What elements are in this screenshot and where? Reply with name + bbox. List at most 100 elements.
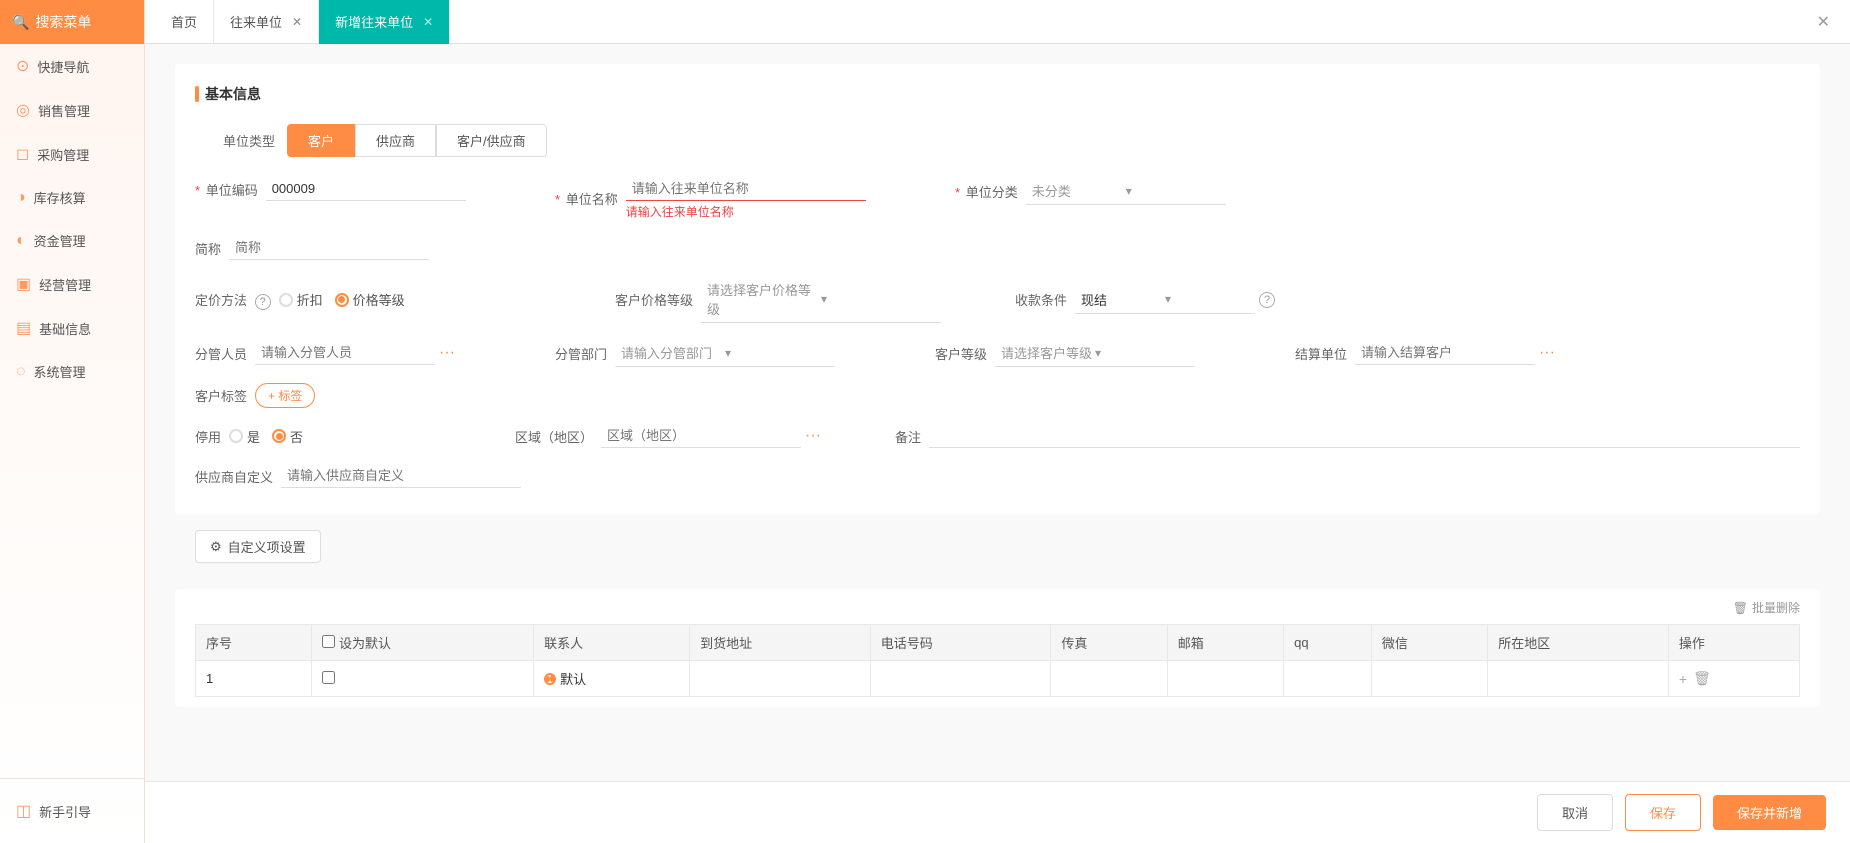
table-row: 1默认+🗑 bbox=[196, 661, 1800, 697]
radio-circle-price-level bbox=[335, 293, 349, 307]
radio-discount[interactable]: 折扣 bbox=[279, 290, 323, 309]
help-icon[interactable]: ? bbox=[255, 294, 271, 310]
close-all-tabs[interactable]: ✕ bbox=[1807, 12, 1840, 32]
cancel-button[interactable]: 取消 bbox=[1537, 794, 1613, 831]
unit-category-field: * 单位分类 未分类 ▾ bbox=[955, 177, 1275, 205]
short-name-field: 简称 bbox=[195, 236, 515, 260]
sales-icon: ◎ bbox=[16, 100, 30, 120]
radio-circle-discount bbox=[279, 293, 293, 307]
tab-partners[interactable]: 往来单位✕ bbox=[214, 0, 319, 44]
save-new-button[interactable]: 保存并新增 bbox=[1713, 795, 1826, 830]
settlement-input[interactable] bbox=[1355, 341, 1535, 365]
manager-field: 分管人员 ··· bbox=[195, 341, 515, 365]
table-col-7: qq bbox=[1284, 625, 1372, 661]
disabled-radio-group: 是 否 bbox=[229, 427, 303, 446]
tab-close-partners[interactable]: ✕ bbox=[292, 15, 302, 29]
radio-circle-yes bbox=[229, 429, 243, 443]
sidebar-bottom: ◫ 新手引导 bbox=[0, 778, 144, 843]
main-area: 首页往来单位✕新增往来单位✕ ✕ 基本信息 单位类型 客户供应商客户/供应商 *… bbox=[145, 0, 1850, 843]
basic-icon: ▤ bbox=[16, 318, 31, 338]
radio-yes[interactable]: 是 bbox=[229, 427, 260, 446]
region-input[interactable] bbox=[601, 424, 801, 448]
unit-type-btn-customer[interactable]: 客户 bbox=[287, 124, 355, 157]
settlement-field: 结算单位 ··· bbox=[1295, 341, 1615, 365]
payment-terms-select[interactable]: 现结 ▾ bbox=[1075, 286, 1255, 314]
unit-type-btn-both[interactable]: 客户/供应商 bbox=[436, 124, 547, 157]
table-toolbar: 🗑 批量删除 bbox=[195, 599, 1800, 616]
unit-type-btn-supplier[interactable]: 供应商 bbox=[355, 124, 436, 157]
tab-home[interactable]: 首页 bbox=[155, 0, 214, 44]
sidebar-item-sales[interactable]: ◎销售管理 bbox=[0, 88, 144, 132]
form-row-1: * 单位编码 * 单位名称 请输入往来单位名称 bbox=[195, 177, 1800, 220]
custom-settings-button[interactable]: ⚙ 自定义项设置 bbox=[195, 530, 321, 563]
customer-level-select[interactable]: 请选择客户等级 ▾ bbox=[995, 339, 1195, 367]
chevron-down-icon-2: ▾ bbox=[821, 292, 935, 306]
table-col-3: 到货地址 bbox=[690, 625, 871, 661]
short-name-input[interactable] bbox=[229, 236, 429, 260]
delete-row-icon[interactable]: 🗑 bbox=[1693, 670, 1711, 687]
sidebar-item-purchase[interactable]: ◻采购管理 bbox=[0, 132, 144, 176]
unit-name-input[interactable] bbox=[626, 177, 866, 201]
payment-terms-field: 收款条件 现结 ▾ ? bbox=[1015, 286, 1375, 314]
select-all-checkbox[interactable] bbox=[322, 635, 335, 648]
basic-info-section: 基本信息 单位类型 客户供应商客户/供应商 * 单位编码 * bbox=[175, 64, 1820, 514]
add-tag-button[interactable]: + 标签 bbox=[255, 383, 315, 408]
sidebar-item-guide[interactable]: ◫ 新手引导 bbox=[0, 789, 144, 833]
sidebar-item-system[interactable]: ◌系统管理 bbox=[0, 350, 144, 393]
payment-help-icon[interactable]: ? bbox=[1259, 292, 1275, 308]
add-row-icon[interactable]: + bbox=[1679, 671, 1687, 687]
remarks-input[interactable] bbox=[929, 424, 1800, 448]
manager-input[interactable] bbox=[255, 341, 435, 365]
sidebar-item-basic[interactable]: ▤基础信息 bbox=[0, 306, 144, 350]
table-col-6: 邮箱 bbox=[1167, 625, 1283, 661]
inventory-icon: ◑ bbox=[16, 189, 26, 207]
tab-new-partner[interactable]: 新增往来单位✕ bbox=[319, 0, 450, 44]
settlement-more-icon[interactable]: ··· bbox=[1539, 344, 1555, 362]
contacts-table: 序号 设为默认联系人到货地址电话号码传真邮箱qq微信所在地区操作 1默认+🗑 bbox=[195, 624, 1800, 697]
row-checkbox[interactable] bbox=[322, 671, 335, 684]
table-col-8: 微信 bbox=[1371, 625, 1487, 661]
region-more-icon[interactable]: ··· bbox=[805, 427, 821, 445]
form-row-4: 分管人员 ··· 分管部门 请输入分管部门 ▾ 客户等级 请选择客户等级 ▾ bbox=[195, 339, 1800, 367]
sidebar-item-inventory[interactable]: ◑库存核算 bbox=[0, 176, 144, 219]
batch-delete-button[interactable]: 🗑 批量删除 bbox=[1733, 599, 1800, 616]
customer-price-select[interactable]: 请选择客户价格等级 ▾ bbox=[701, 276, 941, 323]
pricing-radio-group: 折扣 价格等级 bbox=[279, 290, 405, 309]
disabled-field: 停用 是 否 bbox=[195, 427, 475, 446]
supplier-custom-input[interactable] bbox=[281, 464, 521, 488]
finance-icon: ◐ bbox=[16, 232, 26, 250]
gear-icon: ⚙ bbox=[210, 539, 222, 555]
form-row-6: 停用 是 否 区域（地区） ··· bbox=[195, 424, 1800, 448]
search-menu[interactable]: 🔍 搜索菜单 bbox=[0, 0, 144, 44]
tab-bar: 首页往来单位✕新增往来单位✕ ✕ bbox=[145, 0, 1850, 44]
save-button[interactable]: 保存 bbox=[1625, 794, 1701, 831]
form-row-3: 定价方法 ? 折扣 价格等级 客户 bbox=[195, 276, 1800, 323]
form-row-5: 客户标签 + 标签 bbox=[195, 383, 1800, 408]
unit-code-input[interactable] bbox=[266, 177, 466, 201]
customer-price-field: 客户价格等级 请选择客户价格等级 ▾ bbox=[615, 276, 975, 323]
purchase-icon: ◻ bbox=[16, 144, 29, 164]
department-select[interactable]: 请输入分管部门 ▾ bbox=[615, 339, 835, 367]
sidebar-item-finance[interactable]: ◐资金管理 bbox=[0, 219, 144, 262]
chevron-down-icon-5: ▾ bbox=[1095, 346, 1189, 360]
supplier-custom-field: 供应商自定义 bbox=[195, 464, 595, 488]
system-icon: ◌ bbox=[16, 363, 26, 381]
sidebar-item-quick-nav[interactable]: ⊙快捷导航 bbox=[0, 44, 144, 88]
radio-price-level[interactable]: 价格等级 bbox=[335, 290, 405, 309]
department-field: 分管部门 请输入分管部门 ▾ bbox=[555, 339, 895, 367]
sidebar-item-operations[interactable]: ▣经营管理 bbox=[0, 262, 144, 306]
unit-category-select[interactable]: 未分类 ▾ bbox=[1026, 177, 1226, 205]
contacts-table-section: 🗑 批量删除 序号 设为默认联系人到货地址电话号码传真邮箱qq微信所在地区操作 … bbox=[175, 589, 1820, 707]
tab-close-new-partner[interactable]: ✕ bbox=[423, 15, 433, 29]
table-col-1: 设为默认 bbox=[312, 625, 534, 661]
search-icon: 🔍 bbox=[12, 14, 29, 31]
main-content: 基本信息 单位类型 客户供应商客户/供应商 * 单位编码 * bbox=[145, 44, 1850, 781]
manager-more-icon[interactable]: ··· bbox=[439, 344, 455, 362]
radio-no[interactable]: 否 bbox=[272, 427, 303, 446]
operations-icon: ▣ bbox=[16, 274, 31, 294]
unit-name-field: * 单位名称 请输入往来单位名称 bbox=[555, 177, 915, 220]
unit-name-error: 请输入往来单位名称 bbox=[626, 203, 915, 220]
region-field: 区域（地区） ··· bbox=[515, 424, 855, 448]
table-col-9: 所在地区 bbox=[1488, 625, 1669, 661]
unit-type-row: 单位类型 客户供应商客户/供应商 bbox=[195, 124, 1800, 157]
